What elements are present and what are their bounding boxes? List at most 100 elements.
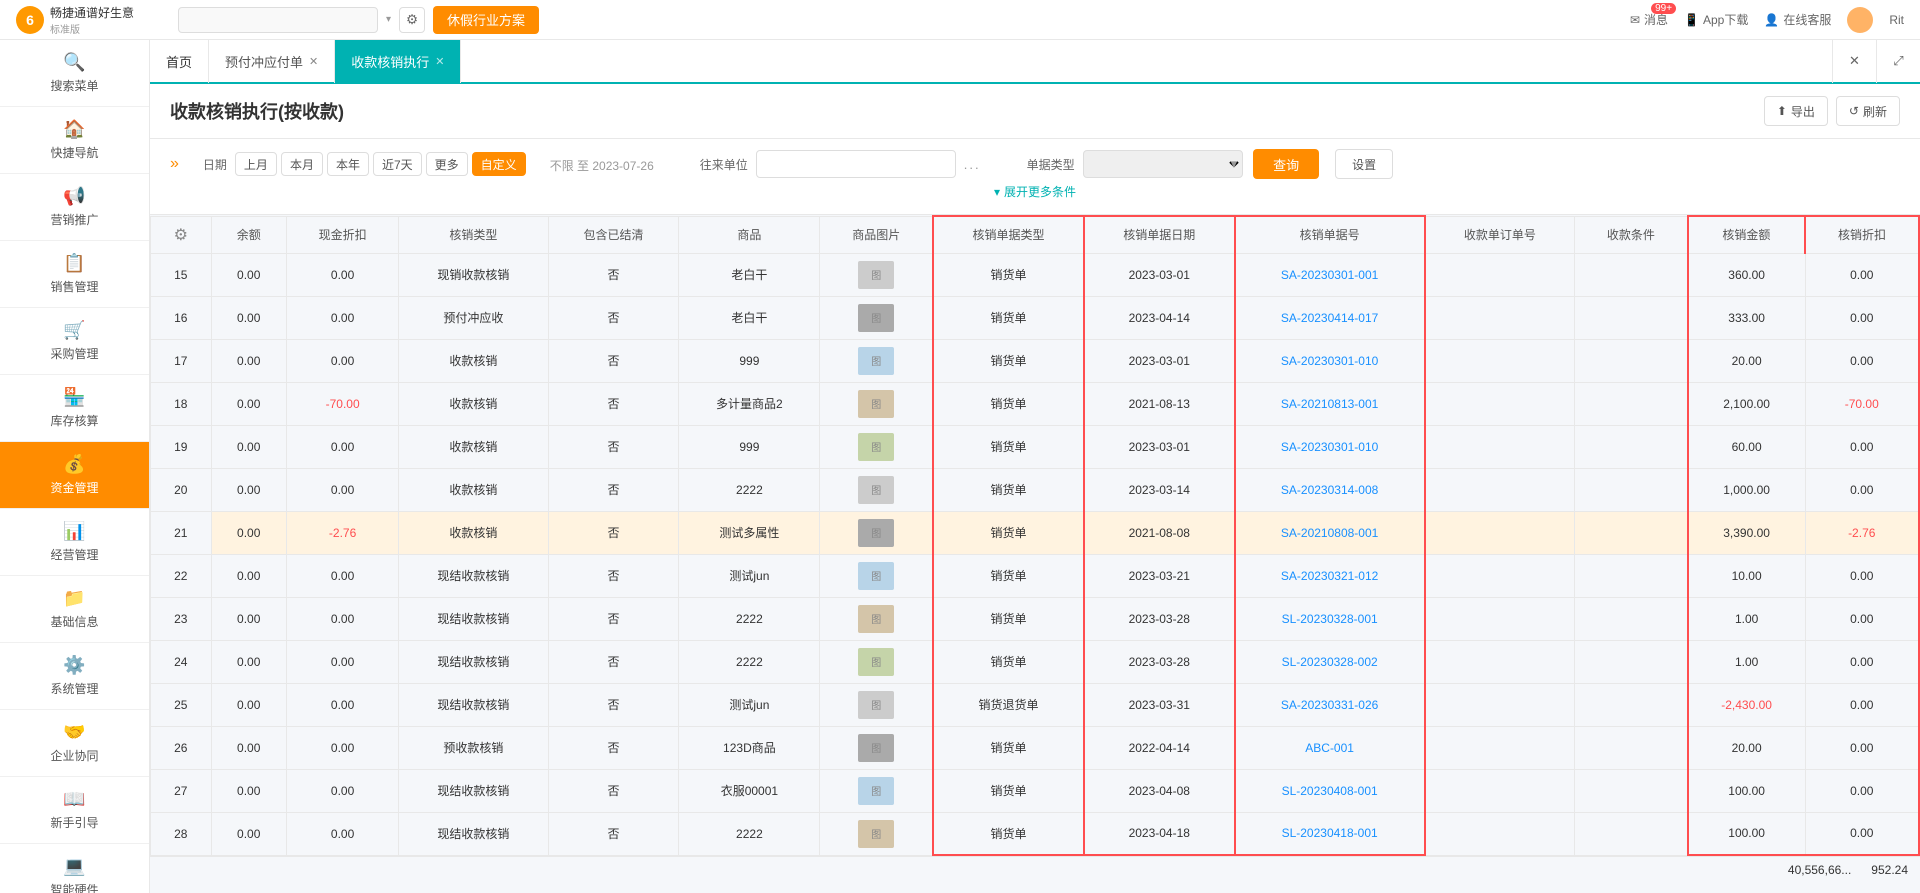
expand-arrow-icon[interactable]: » — [170, 155, 179, 173]
app-layout: 🔍 搜索菜单 🏠 快捷导航 📢 营销推广 📋 销售管理 🛒 采购管理 🏪 库存核… — [0, 40, 1920, 893]
cell-receipt-condition — [1575, 812, 1688, 855]
cell-balance: 0.00 — [211, 683, 286, 726]
tab-verify-close[interactable]: ✕ — [435, 55, 444, 68]
tab-close-btn[interactable]: ✕ — [1832, 40, 1876, 83]
basic-info-icon: 📁 — [63, 588, 85, 609]
expand-more-conditions[interactable]: ▾ 展开更多条件 — [170, 179, 1900, 204]
date-btn-7days[interactable]: 近7天 — [373, 152, 422, 176]
app-download-button[interactable]: 📱 App下载 — [1684, 11, 1748, 28]
cell-goods: 2222 — [679, 597, 820, 640]
verify-bill-no-link[interactable]: SA-20230321-012 — [1281, 569, 1378, 583]
verify-bill-no-link[interactable]: SA-20230414-017 — [1281, 311, 1378, 325]
sidebar-item-marketing[interactable]: 📢 营销推广 — [0, 174, 149, 241]
notice-button[interactable]: ✉ 消息 99+ — [1630, 11, 1668, 28]
cell-verify-bill-type: 销货单 — [933, 339, 1084, 382]
sidebar-item-home[interactable]: 🏠 快捷导航 — [0, 107, 149, 174]
cell-include-settled: 否 — [548, 640, 679, 683]
verify-bill-no-link[interactable]: SA-20230301-010 — [1281, 440, 1378, 454]
sidebar-item-label: 资金管理 — [50, 479, 98, 496]
search-dropdown-icon[interactable]: ▾ — [386, 14, 391, 25]
verify-bill-no-link[interactable]: SA-20210813-001 — [1281, 397, 1378, 411]
export-button[interactable]: ⬆ 导出 — [1764, 96, 1828, 126]
receipt-type-filter-section: 单据类型 ▾ — [1027, 150, 1238, 178]
sidebar-item-system[interactable]: ⚙️ 系统管理 — [0, 643, 149, 710]
verify-bill-no-link[interactable]: SA-20230331-026 — [1281, 698, 1378, 712]
cell-balance: 0.00 — [211, 640, 286, 683]
settings-icon-btn[interactable]: ⚙ — [399, 7, 425, 33]
date-btn-last-month[interactable]: 上月 — [235, 152, 277, 176]
column-settings-icon[interactable]: ⚙ — [174, 227, 188, 244]
cell-verify-discount: 0.00 — [1805, 640, 1919, 683]
verify-bill-no-link[interactable]: SL-20230408-001 — [1282, 784, 1378, 798]
verify-bill-no-link[interactable]: SA-20230301-001 — [1281, 268, 1378, 282]
col-header-settings[interactable]: ⚙ — [151, 216, 212, 253]
refresh-button[interactable]: ↺ 刷新 — [1836, 96, 1900, 126]
sidebar-item-inventory[interactable]: 🏪 库存核算 — [0, 375, 149, 442]
cell-receipt-order-no — [1425, 812, 1575, 855]
query-button[interactable]: 查询 — [1253, 149, 1319, 179]
online-service-button[interactable]: 👤 在线客服 — [1764, 11, 1831, 28]
cell-verify-bill-no: SA-20210813-001 — [1235, 382, 1425, 425]
sidebar-item-sales[interactable]: 📋 销售管理 — [0, 241, 149, 308]
top-search-area: ▾ ⚙ 休假行业方案 — [178, 6, 1618, 34]
cell-goods-img: 图 — [820, 425, 933, 468]
counterparty-input[interactable] — [756, 150, 956, 178]
cell-include-settled: 否 — [548, 468, 679, 511]
date-btn-more[interactable]: 更多 — [426, 152, 468, 176]
cell-include-settled: 否 — [548, 597, 679, 640]
verify-bill-no-link[interactable]: SA-20210808-001 — [1281, 526, 1378, 540]
filter-row: » 日期 上月 本月 本年 近7天 更多 自定义 不限 至 202 — [170, 149, 1900, 179]
date-btn-custom[interactable]: 自定义 — [472, 152, 526, 176]
verify-bill-no-link[interactable]: SL-20230418-001 — [1282, 826, 1378, 840]
tab-expand-btn[interactable]: ⤢ — [1876, 40, 1920, 83]
user-avatar[interactable] — [1847, 7, 1873, 33]
receipt-type-select[interactable] — [1083, 150, 1243, 178]
cell-include-settled: 否 — [548, 511, 679, 554]
sidebar-item-guide[interactable]: 📖 新手引导 — [0, 777, 149, 844]
table-row: 19 0.00 0.00 收款核销 否 999 图 销货单 2023-03-01… — [151, 425, 1920, 468]
cell-goods-img: 图 — [820, 812, 933, 855]
counterparty-dots[interactable]: ... — [964, 157, 981, 172]
filter-settings-button[interactable]: 设置 — [1335, 149, 1393, 179]
verify-bill-no-link[interactable]: SA-20230314-008 — [1281, 483, 1378, 497]
industry-button[interactable]: 休假行业方案 — [433, 6, 539, 34]
date-btn-this-year[interactable]: 本年 — [327, 152, 369, 176]
sidebar-item-collab[interactable]: 🤝 企业协同 — [0, 710, 149, 777]
verify-bill-no-link[interactable]: SA-20230301-010 — [1281, 354, 1378, 368]
verify-bill-no-link[interactable]: SL-20230328-001 — [1282, 612, 1378, 626]
sidebar-item-operations[interactable]: 📊 经营管理 — [0, 509, 149, 576]
sidebar-item-basic-info[interactable]: 📁 基础信息 — [0, 576, 149, 643]
sidebar-item-purchase[interactable]: 🛒 采购管理 — [0, 308, 149, 375]
verify-bill-no-link[interactable]: SL-20230328-002 — [1282, 655, 1378, 669]
sidebar-item-finance[interactable]: 💰 资金管理 — [0, 442, 149, 509]
cell-verify-bill-no: SA-20230414-017 — [1235, 296, 1425, 339]
cell-verify-bill-no: SL-20230328-001 — [1235, 597, 1425, 640]
cell-verify-discount: 0.00 — [1805, 339, 1919, 382]
tab-home[interactable]: 首页 — [150, 40, 209, 83]
tab-verify[interactable]: 收款核销执行 ✕ — [335, 40, 461, 83]
cell-receipt-order-no — [1425, 468, 1575, 511]
tab-prepay[interactable]: 预付冲应付单 ✕ — [209, 40, 335, 83]
cell-cash-discount: -2.76 — [286, 511, 398, 554]
cell-verify-amount: 1.00 — [1688, 597, 1805, 640]
cell-id: 22 — [151, 554, 212, 597]
sidebar-item-label: 系统管理 — [50, 680, 98, 697]
verify-bill-no-link[interactable]: ABC-001 — [1305, 741, 1354, 755]
app-label: App下载 — [1703, 11, 1748, 28]
cell-receipt-order-no — [1425, 253, 1575, 296]
search-input[interactable] — [178, 7, 378, 33]
sidebar-item-hardware[interactable]: 💻 智能硬件 — [0, 844, 149, 893]
cell-verify-amount: 10.00 — [1688, 554, 1805, 597]
cell-id: 24 — [151, 640, 212, 683]
date-btn-this-month[interactable]: 本月 — [281, 152, 323, 176]
filter-bar: » 日期 上月 本月 本年 近7天 更多 自定义 不限 至 202 — [150, 139, 1920, 215]
col-header-goods: 商品 — [679, 216, 820, 253]
cell-cash-discount: 0.00 — [286, 425, 398, 468]
cell-verify-discount: 0.00 — [1805, 296, 1919, 339]
tab-prepay-close[interactable]: ✕ — [309, 55, 318, 68]
sidebar-item-search[interactable]: 🔍 搜索菜单 — [0, 40, 149, 107]
sidebar-item-label: 基础信息 — [50, 613, 98, 630]
cell-verify-type: 收款核销 — [399, 382, 548, 425]
sidebar-item-label: 快捷导航 — [50, 144, 98, 161]
collab-icon: 🤝 — [63, 722, 85, 743]
